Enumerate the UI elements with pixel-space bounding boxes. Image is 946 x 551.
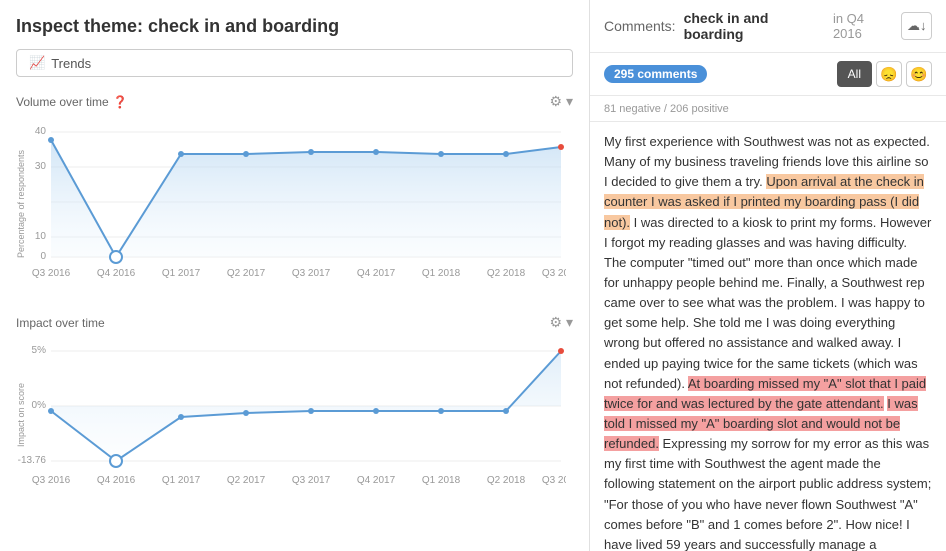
impact-chart: Impact on score 5% 0% -13.76	[16, 335, 566, 495]
svg-text:Q3 2016: Q3 2016	[32, 475, 71, 486]
right-panel: Comments: check in and boarding in Q4 20…	[590, 0, 946, 551]
svg-text:Percentage of respondents: Percentage of respondents	[16, 149, 26, 258]
volume-chart-title: Volume over time ❓	[16, 95, 128, 109]
svg-text:Q1 2018: Q1 2018	[422, 475, 461, 486]
impact-chart-settings[interactable]: ⚙ ▾	[550, 314, 573, 331]
sentiment-filter-buttons: All 😞 😊	[837, 61, 932, 87]
sentiment-stats-bar: 81 negative / 206 positive	[590, 96, 946, 122]
comment-count-badge: 295 comments	[604, 65, 707, 83]
comments-period: in Q4 2016	[833, 11, 894, 41]
impact-chart-title: Impact over time	[16, 316, 105, 330]
svg-text:Q2 2017: Q2 2017	[227, 475, 266, 486]
comments-header: Comments: check in and boarding in Q4 20…	[590, 0, 946, 53]
volume-chart: 40 30 10 0 Percentage of respondents	[16, 114, 566, 289]
svg-text:Q3 2018: Q3 2018	[542, 475, 566, 486]
svg-text:Q1 2017: Q1 2017	[162, 475, 201, 486]
svg-text:Q4 2017: Q4 2017	[357, 475, 396, 486]
comments-list[interactable]: My first experience with Southwest was n…	[590, 122, 946, 551]
sentiment-stats-text: 81 negative / 206 positive	[604, 103, 729, 115]
comment-text: My first experience with Southwest was n…	[604, 132, 932, 551]
volume-chart-settings[interactable]: ⚙ ▾	[550, 93, 573, 110]
trends-icon: 📈	[29, 55, 45, 71]
svg-text:Q3 2017: Q3 2017	[292, 268, 331, 279]
highlight-orange-1: Upon arrival at the check in counter I w…	[604, 174, 924, 229]
positive-icon: 😊	[910, 66, 927, 83]
left-panel: Inspect theme: check in and boarding 📈 T…	[0, 0, 590, 551]
svg-text:40: 40	[35, 126, 47, 137]
svg-text:-13.76: -13.76	[18, 455, 47, 466]
svg-text:Q4 2017: Q4 2017	[357, 268, 396, 279]
trends-label: Trends	[51, 56, 91, 71]
volume-chart-section: Volume over time ❓ ⚙ ▾ 40 30 10 0 Percen…	[16, 93, 573, 306]
impact-chart-section: Impact over time ⚙ ▾ Impact on score 5% …	[16, 314, 573, 527]
filter-positive-button[interactable]: 😊	[906, 61, 932, 87]
svg-text:Impact on score: Impact on score	[16, 383, 26, 447]
comments-label: Comments:	[604, 18, 676, 34]
trends-button[interactable]: 📈 Trends	[16, 49, 573, 77]
negative-icon: 😞	[880, 66, 897, 83]
highlight-red-1: At boarding missed my "A" slot that I pa…	[604, 376, 926, 411]
svg-text:Q2 2017: Q2 2017	[227, 268, 266, 279]
svg-text:5%: 5%	[32, 345, 47, 356]
filter-negative-button[interactable]: 😞	[876, 61, 902, 87]
svg-text:0%: 0%	[32, 400, 47, 411]
svg-text:Q2 2018: Q2 2018	[487, 475, 526, 486]
svg-text:10: 10	[35, 231, 47, 242]
svg-text:Q4 2016: Q4 2016	[97, 268, 136, 279]
svg-text:Q4 2016: Q4 2016	[97, 475, 136, 486]
filter-bar: 295 comments All 😞 😊	[590, 53, 946, 96]
comment-item: My first experience with Southwest was n…	[604, 132, 932, 551]
download-button[interactable]: ☁↓	[901, 12, 932, 40]
svg-text:Q1 2018: Q1 2018	[422, 268, 461, 279]
svg-text:Q3 2018: Q3 2018	[542, 268, 566, 279]
download-icon: ☁↓	[907, 18, 927, 34]
svg-text:0: 0	[40, 251, 46, 262]
svg-text:Q3 2016: Q3 2016	[32, 268, 71, 279]
svg-text:Q3 2017: Q3 2017	[292, 475, 331, 486]
page-title: Inspect theme: check in and boarding	[16, 16, 573, 37]
svg-text:30: 30	[35, 161, 47, 172]
filter-all-button[interactable]: All	[837, 61, 872, 87]
comments-theme: check in and boarding	[684, 10, 825, 42]
help-icon[interactable]: ❓	[113, 95, 128, 109]
svg-text:Q1 2017: Q1 2017	[162, 268, 201, 279]
svg-text:Q2 2018: Q2 2018	[487, 268, 526, 279]
